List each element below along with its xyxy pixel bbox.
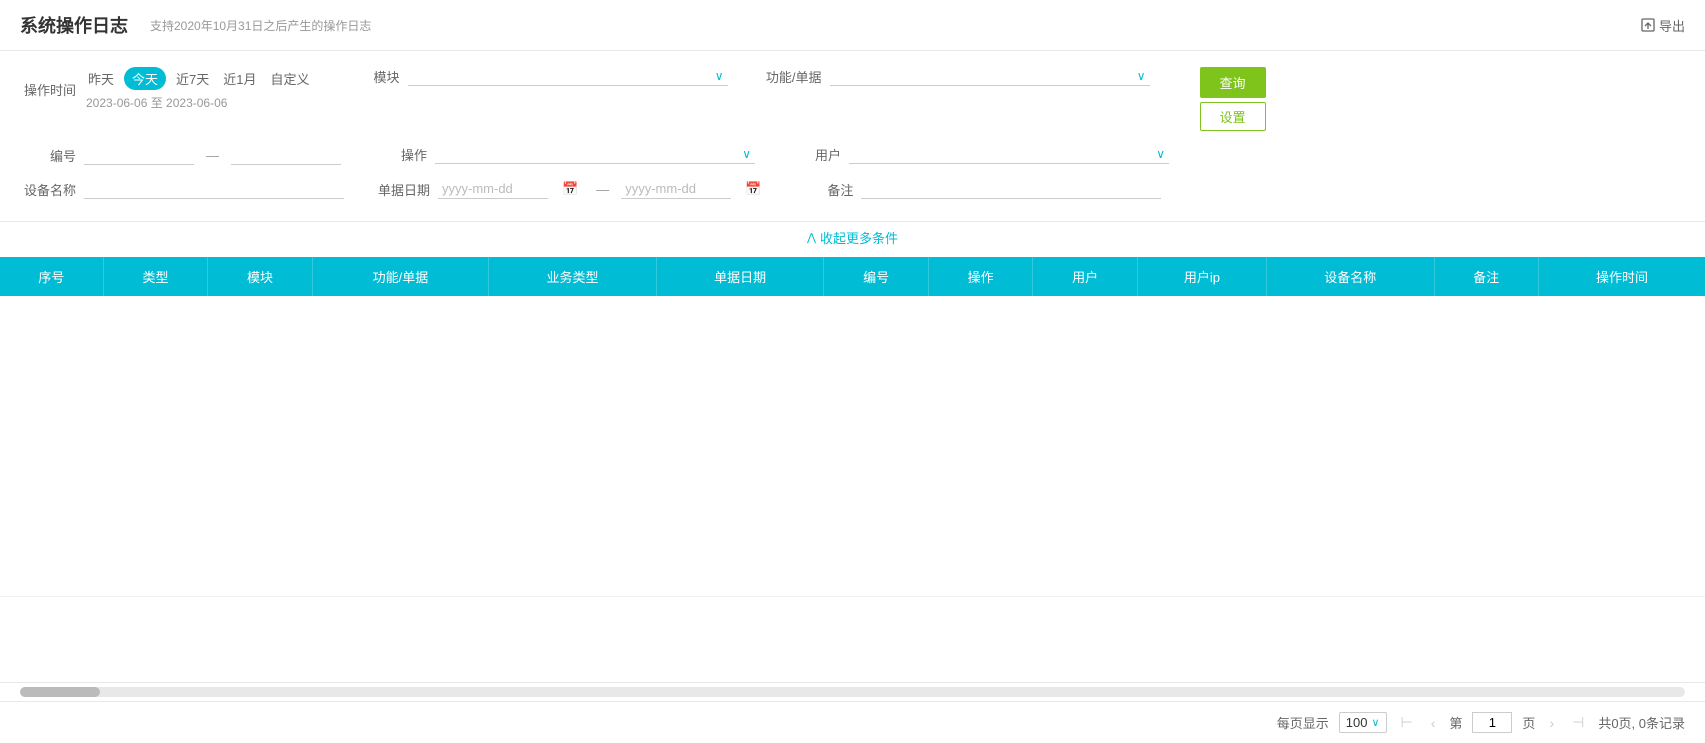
empty-row xyxy=(0,296,1705,596)
user-select[interactable]: ∨ xyxy=(849,145,1169,164)
filter-area: 操作时间 昨天 今天 近7天 近1月 自定义 2023-06-06 至 2023… xyxy=(0,51,1705,222)
table-header-row: 序号 类型 模块 功能/单据 业务类型 单据日期 编号 操作 用户 用户ip 设… xyxy=(0,257,1705,296)
col-index: 序号 xyxy=(0,257,103,296)
page-size-select[interactable]: 100 ∨ xyxy=(1339,712,1387,733)
remark-input[interactable] xyxy=(861,179,1161,199)
user-label: 用户 xyxy=(785,145,841,164)
action-buttons: 查询 设置 xyxy=(1200,67,1266,131)
collapse-row: ⋀ 收起更多条件 xyxy=(0,222,1705,257)
per-page-label: 每页显示 xyxy=(1277,713,1329,732)
id-label: 编号 xyxy=(20,146,76,165)
export-label: 导出 xyxy=(1659,16,1685,35)
doc-date-filter: 单据日期 📅 — 📅 xyxy=(374,179,767,199)
doc-date-dash: — xyxy=(596,182,609,197)
module-filter: 模块 ∨ xyxy=(344,67,728,86)
col-type: 类型 xyxy=(103,257,207,296)
op-time-wrapper: 昨天 今天 近7天 近1月 自定义 2023-06-06 至 2023-06-0… xyxy=(84,67,314,111)
page-unit: 页 xyxy=(1522,713,1535,732)
calendar-icon-start: 📅 xyxy=(562,181,578,197)
col-id: 编号 xyxy=(824,257,928,296)
page-header: 系统操作日志 支持2020年10月31日之后产生的操作日志 导出 xyxy=(0,0,1705,51)
id-input-end[interactable] xyxy=(231,145,341,165)
op-time-label: 操作时间 xyxy=(20,80,76,99)
doc-date-start[interactable] xyxy=(438,179,548,199)
user-filter: 用户 ∨ xyxy=(785,145,1169,164)
filter-section: 操作时间 昨天 今天 近7天 近1月 自定义 2023-06-06 至 2023… xyxy=(0,51,1705,257)
id-dash: — xyxy=(206,148,219,163)
col-device: 设备名称 xyxy=(1266,257,1434,296)
page-container: 系统操作日志 支持2020年10月31日之后产生的操作日志 导出 操作时间 xyxy=(0,0,1705,743)
function-label: 功能/单据 xyxy=(758,67,822,86)
function-select[interactable]: ∨ xyxy=(830,67,1150,86)
operation-filter: 操作 ∨ xyxy=(371,145,755,164)
collapse-up-icon: ⋀ xyxy=(807,231,816,244)
time-btn-7days[interactable]: 近7天 xyxy=(172,67,213,90)
page-title: 系统操作日志 xyxy=(20,12,128,38)
first-page-button[interactable]: ⊢ xyxy=(1397,712,1417,733)
user-chevron-icon: ∨ xyxy=(1156,147,1165,161)
filter-row-3: 设备名称 单据日期 📅 — 📅 备注 xyxy=(20,179,1685,199)
op-time-filter: 操作时间 昨天 今天 近7天 近1月 自定义 2023-06-06 至 2023… xyxy=(20,67,314,111)
device-filter: 设备名称 xyxy=(20,179,344,199)
page-size-chevron: ∨ xyxy=(1371,716,1379,729)
time-btn-today[interactable]: 今天 xyxy=(124,67,166,90)
doc-date-label: 单据日期 xyxy=(374,180,430,199)
table-body xyxy=(0,296,1705,596)
data-table: 序号 类型 模块 功能/单据 业务类型 单据日期 编号 操作 用户 用户ip 设… xyxy=(0,257,1705,597)
col-module: 模块 xyxy=(208,257,312,296)
scrollbar-area xyxy=(0,682,1705,701)
settings-button[interactable]: 设置 xyxy=(1200,102,1266,131)
operation-label: 操作 xyxy=(371,145,427,164)
col-biz-type: 业务类型 xyxy=(489,257,657,296)
page-total: 共0页, 0条记录 xyxy=(1598,713,1685,732)
remark-label: 备注 xyxy=(797,180,853,199)
export-icon xyxy=(1641,18,1655,32)
pagination-bar: 每页显示 100 ∨ ⊢ ‹ 第 页 › ⊣ 共0页, 0条记录 xyxy=(0,701,1705,743)
page-size-value: 100 xyxy=(1346,715,1368,730)
empty-cell xyxy=(0,296,1705,596)
op-time-range: 2023-06-06 至 2023-06-06 xyxy=(86,94,314,111)
device-label: 设备名称 xyxy=(20,180,76,199)
id-filter: 编号 — xyxy=(20,145,341,165)
operation-chevron-icon: ∨ xyxy=(742,147,751,161)
scrollbar-thumb[interactable] xyxy=(20,687,100,697)
col-user: 用户 xyxy=(1033,257,1137,296)
col-function: 功能/单据 xyxy=(312,257,488,296)
module-chevron-icon: ∨ xyxy=(715,69,724,83)
time-btn-custom[interactable]: 自定义 xyxy=(267,67,314,90)
op-time-buttons: 昨天 今天 近7天 近1月 自定义 xyxy=(84,67,314,90)
prev-page-button[interactable]: ‹ xyxy=(1427,713,1440,733)
col-remark: 备注 xyxy=(1434,257,1538,296)
time-btn-1month[interactable]: 近1月 xyxy=(219,67,260,90)
function-chevron-icon: ∨ xyxy=(1137,69,1146,83)
device-input[interactable] xyxy=(84,179,344,199)
page-number-input[interactable] xyxy=(1472,712,1512,733)
filter-row-2: 编号 — 操作 ∨ 用户 xyxy=(20,145,1685,165)
col-op-time: 操作时间 xyxy=(1539,257,1705,296)
last-page-button[interactable]: ⊣ xyxy=(1568,712,1588,733)
page-subtitle: 支持2020年10月31日之后产生的操作日志 xyxy=(150,17,371,34)
col-operation: 操作 xyxy=(928,257,1032,296)
col-doc-date: 单据日期 xyxy=(656,257,824,296)
query-button[interactable]: 查询 xyxy=(1200,67,1266,98)
table-header: 序号 类型 模块 功能/单据 业务类型 单据日期 编号 操作 用户 用户ip 设… xyxy=(0,257,1705,296)
filter-row-1: 操作时间 昨天 今天 近7天 近1月 自定义 2023-06-06 至 2023… xyxy=(20,67,1685,131)
doc-date-end[interactable] xyxy=(621,179,731,199)
col-user-ip: 用户ip xyxy=(1137,257,1266,296)
next-page-button[interactable]: › xyxy=(1545,713,1558,733)
collapse-label: 收起更多条件 xyxy=(820,228,898,247)
function-filter: 功能/单据 ∨ xyxy=(758,67,1150,86)
operation-select[interactable]: ∨ xyxy=(435,145,755,164)
table-container: 序号 类型 模块 功能/单据 业务类型 单据日期 编号 操作 用户 用户ip 设… xyxy=(0,257,1705,682)
module-label: 模块 xyxy=(344,67,400,86)
export-button[interactable]: 导出 xyxy=(1641,16,1685,35)
horizontal-scrollbar[interactable] xyxy=(20,687,1685,697)
module-select[interactable]: ∨ xyxy=(408,67,728,86)
remark-filter: 备注 xyxy=(797,179,1161,199)
time-btn-yesterday[interactable]: 昨天 xyxy=(84,67,118,90)
page-label: 第 xyxy=(1449,713,1462,732)
collapse-button[interactable]: ⋀ 收起更多条件 xyxy=(807,228,898,247)
id-input-start[interactable] xyxy=(84,145,194,165)
calendar-icon-end: 📅 xyxy=(745,181,761,197)
